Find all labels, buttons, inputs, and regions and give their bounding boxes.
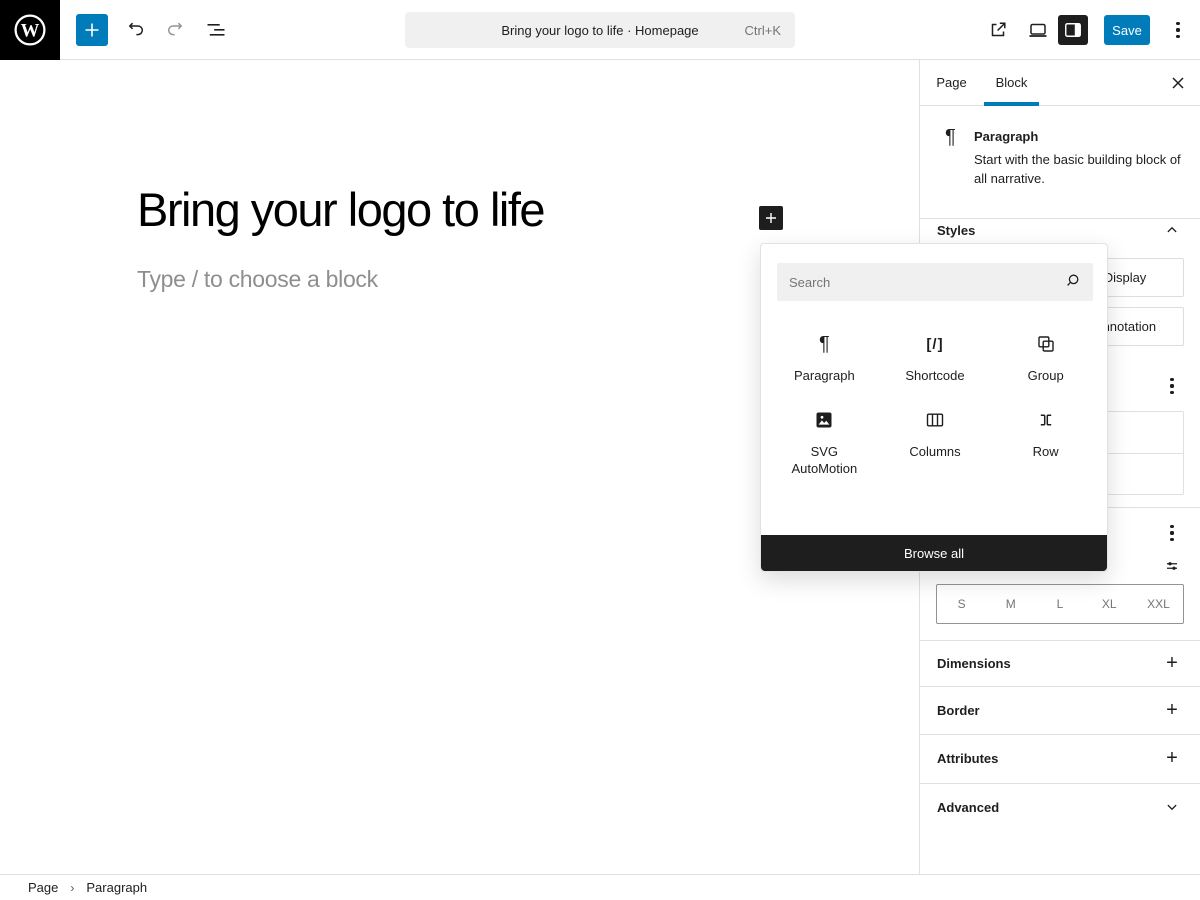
kebab-menu-icon [1170,525,1174,541]
settings-sidebar-toggle-button[interactable] [1058,15,1088,45]
post-title[interactable]: Bring your logo to life [137,182,546,237]
font-size-xxl[interactable]: XXL [1134,585,1183,623]
editor-top-bar: W Bring your logo to life · Homepage Ctr… [0,0,1200,60]
external-link-icon [986,18,1010,42]
block-search-input[interactable] [777,263,1093,301]
close-icon [1166,71,1190,95]
block-option-columns[interactable]: Columns [880,400,991,477]
styles-collapse-button[interactable] [1160,218,1184,242]
command-shortcut: Ctrl+K [744,22,781,38]
plus-icon: + [1166,651,1178,674]
save-button[interactable]: Save [1104,15,1150,45]
row-icon [1034,408,1058,432]
tab-block[interactable]: Block [984,60,1039,106]
undo-button[interactable] [124,18,148,42]
paragraph-icon: ¶ [945,126,956,148]
browse-all-button[interactable]: Browse all [761,535,1107,571]
font-size-l[interactable]: L [1035,585,1084,623]
preview-options-button[interactable] [1026,18,1050,42]
wordpress-logo-icon: W [12,12,48,48]
font-size-s[interactable]: S [937,585,986,623]
panel-advanced[interactable]: Advanced [920,783,1200,831]
block-card-description: Start with the basic building block of a… [974,152,1181,186]
laptop-icon [1026,18,1050,42]
options-menu-button[interactable] [1166,18,1190,42]
quick-block-inserter-popover: ¶ Paragraph [/] Shortcode Group [760,243,1108,572]
block-breadcrumb: Page › Paragraph [0,874,1200,900]
block-option-group[interactable]: Group [990,324,1101,384]
breadcrumb-current-block: Paragraph [86,880,148,895]
redo-button[interactable] [163,18,187,42]
view-site-button[interactable] [986,18,1010,42]
chevron-up-icon [1163,221,1181,239]
block-option-shortcode[interactable]: [/] Shortcode [880,324,991,384]
block-option-row[interactable]: Row [990,400,1101,477]
styles-panel-title[interactable]: Styles [937,223,975,238]
sidebar-tabs: Page Block [920,60,1200,106]
tab-page[interactable]: Page [924,60,979,106]
plus-icon [80,18,104,42]
search-icon [1060,269,1084,293]
chevron-right-icon: › [70,880,75,895]
sliders-icon [1162,556,1182,576]
custom-size-settings-button[interactable] [1160,554,1184,578]
plus-icon: + [1166,698,1178,721]
breadcrumb-page[interactable]: Page [28,880,58,895]
kebab-menu-icon [1176,22,1180,38]
panel-border[interactable]: Border + [920,686,1200,734]
panel-attributes[interactable]: Attributes + [920,734,1200,783]
block-option-paragraph[interactable]: ¶ Paragraph [769,324,880,384]
svg-text:W: W [21,20,40,41]
block-results-grid: ¶ Paragraph [/] Shortcode Group SVG Auto… [769,324,1101,477]
document-overview-button[interactable] [204,18,228,42]
sidebar-panel-icon [1061,18,1085,42]
typography-options-button[interactable] [1160,521,1184,545]
block-card: ¶ Paragraph Start with the basic buildin… [920,106,1200,219]
block-card-title: Paragraph [974,129,1039,144]
group-icon [1034,332,1058,356]
plus-icon [761,208,781,228]
block-inserter-toggle-button[interactable] [76,14,108,46]
document-title: Bring your logo to life · Homepage [501,22,699,38]
list-view-icon [204,18,228,42]
block-option-svg-automotion[interactable]: SVG AutoMotion [769,400,880,477]
empty-block-placeholder[interactable]: Type / to choose a block [137,266,378,293]
plus-icon: + [1166,747,1178,769]
shortcode-icon: [/] [926,335,944,353]
image-icon [812,408,836,432]
paragraph-icon: ¶ [818,332,830,355]
font-size-xl[interactable]: XL [1085,585,1134,623]
font-size-segmented-control: S M L XL XXL [936,584,1184,624]
panel-dimensions[interactable]: Dimensions + [920,640,1200,686]
columns-icon [923,408,947,432]
add-block-button[interactable] [759,206,783,230]
undo-icon [124,18,148,42]
redo-icon [163,18,187,42]
wordpress-logo[interactable]: W [0,0,60,60]
command-center-search[interactable]: Bring your logo to life · Homepage Ctrl+… [405,12,795,48]
chevron-down-icon [1160,795,1184,819]
close-sidebar-button[interactable] [1166,71,1190,95]
color-options-button[interactable] [1160,374,1184,398]
font-size-m[interactable]: M [986,585,1035,623]
kebab-menu-icon [1170,378,1174,394]
